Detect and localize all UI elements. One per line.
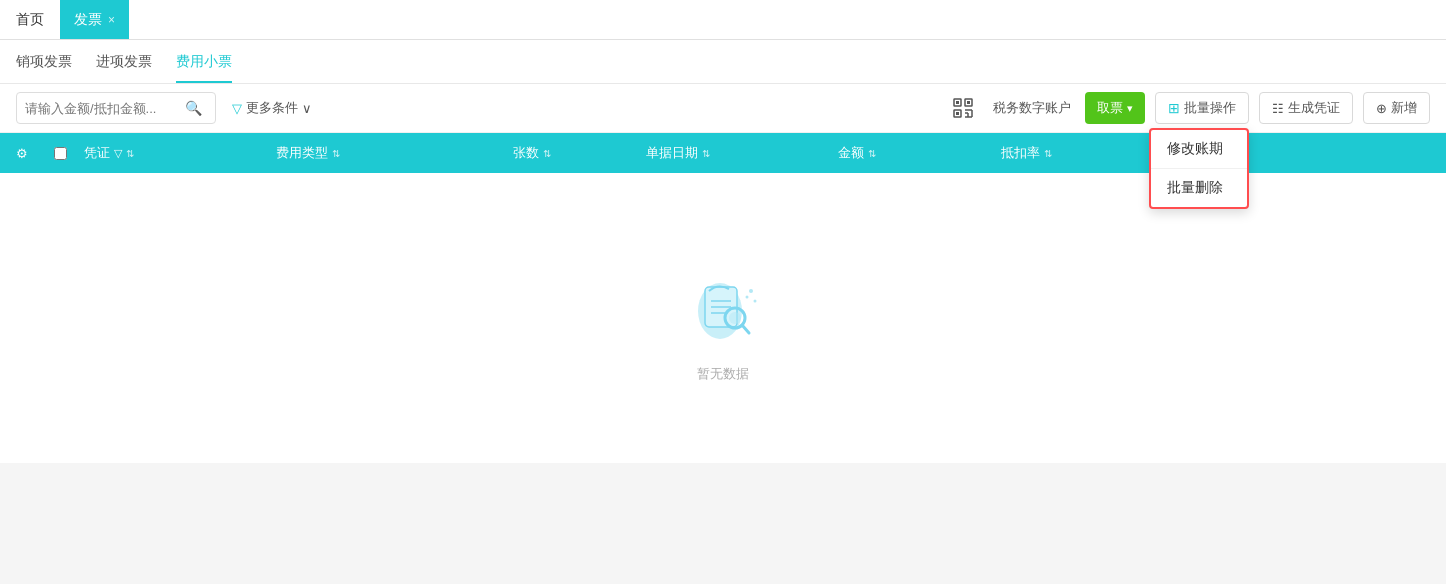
modify-period-item[interactable]: 修改账期 xyxy=(1151,130,1247,169)
tax-account-label: 税务数字账户 xyxy=(993,100,1071,115)
gen-voucher-label: 生成凭证 xyxy=(1288,99,1340,117)
sub-nav-expense-receipt[interactable]: 费用小票 xyxy=(176,40,232,83)
invoice-tab[interactable]: 发票 × xyxy=(60,0,129,39)
toolbar: 🔍 ▽ 更多条件 ∨ 税务数字账户 xyxy=(0,84,1446,133)
sub-nav: 销项发票 进项发票 费用小票 xyxy=(0,40,1446,84)
take-ticket-button[interactable]: 取票 ▾ xyxy=(1085,92,1145,124)
th-amount-sort-icon[interactable]: ⇅ xyxy=(868,148,876,159)
th-date-sort-icon[interactable]: ⇅ xyxy=(702,148,710,159)
th-count[interactable]: 张数 ⇅ xyxy=(505,144,639,162)
batch-op-dropdown: 修改账期 批量删除 xyxy=(1149,128,1249,209)
th-expense-type-label: 费用类型 xyxy=(276,144,328,162)
svg-point-17 xyxy=(729,312,741,324)
gen-voucher-button[interactable]: ☷ 生成凭证 xyxy=(1259,92,1353,124)
svg-rect-3 xyxy=(956,101,959,104)
batch-op-label: 批量操作 xyxy=(1184,99,1236,117)
search-icon: 🔍 xyxy=(185,100,202,116)
take-ticket-label: 取票 xyxy=(1097,99,1123,117)
invoice-tab-label: 发票 xyxy=(74,11,102,29)
add-icon: ⊕ xyxy=(1376,101,1387,116)
batch-icon: ⊞ xyxy=(1168,100,1180,116)
batch-delete-item[interactable]: 批量删除 xyxy=(1151,169,1247,207)
th-count-label: 张数 xyxy=(513,144,539,162)
th-deduction-rate-sort-icon[interactable]: ⇅ xyxy=(1044,148,1052,159)
search-input[interactable] xyxy=(25,101,185,116)
filter-icon: ▽ xyxy=(232,101,242,116)
svg-rect-5 xyxy=(956,112,959,115)
th-checkbox[interactable] xyxy=(44,147,76,160)
toolbar-left: 🔍 ▽ 更多条件 ∨ xyxy=(16,92,937,124)
svg-line-18 xyxy=(742,325,749,333)
sub-nav-sales-invoice[interactable]: 销项发票 xyxy=(16,40,72,83)
qr-icon xyxy=(953,98,973,118)
empty-state-icon xyxy=(673,253,773,353)
svg-rect-4 xyxy=(967,101,970,104)
th-voucher-filter-icon: ▽ xyxy=(114,147,122,160)
batch-op-button[interactable]: ⊞ 批量操作 xyxy=(1155,92,1249,124)
th-voucher-sort-icon[interactable]: ⇅ xyxy=(126,148,134,159)
filter-button[interactable]: ▽ 更多条件 ∨ xyxy=(224,95,320,121)
home-tab[interactable]: 首页 xyxy=(0,0,60,39)
qr-code-button[interactable] xyxy=(947,92,979,124)
svg-point-21 xyxy=(746,296,749,299)
top-nav: 首页 发票 × xyxy=(0,0,1446,40)
batch-op-container: ⊞ 批量操作 修改账期 批量删除 xyxy=(1155,92,1249,124)
select-all-checkbox[interactable] xyxy=(54,147,67,160)
th-amount[interactable]: 金额 ⇅ xyxy=(830,144,993,162)
empty-state-text: 暂无数据 xyxy=(697,365,749,383)
chevron-down-icon: ∨ xyxy=(302,101,312,116)
search-wrap: 🔍 xyxy=(16,92,216,124)
th-expense-type[interactable]: 费用类型 ⇅ xyxy=(268,144,504,162)
add-button[interactable]: ⊕ 新增 xyxy=(1363,92,1430,124)
home-label: 首页 xyxy=(16,11,44,29)
th-date-label: 单据日期 xyxy=(646,144,698,162)
th-voucher[interactable]: 凭证 ▽ ⇅ xyxy=(76,144,268,162)
th-expense-type-sort-icon[interactable]: ⇅ xyxy=(332,148,340,159)
th-settings[interactable]: ⚙ xyxy=(8,146,44,161)
th-date[interactable]: 单据日期 ⇅ xyxy=(638,144,830,162)
add-label: 新增 xyxy=(1391,99,1417,117)
th-amount-label: 金额 xyxy=(838,144,864,162)
th-count-sort-icon[interactable]: ⇅ xyxy=(543,148,551,159)
settings-icon: ⚙ xyxy=(16,146,28,161)
empty-state: 暂无数据 xyxy=(0,173,1446,463)
th-voucher-label: 凭证 xyxy=(84,144,110,162)
gen-voucher-icon: ☷ xyxy=(1272,101,1284,116)
filter-label: 更多条件 xyxy=(246,99,298,117)
th-deduction-rate[interactable]: 抵扣率 ⇅ xyxy=(993,144,1156,162)
take-ticket-chevron-icon: ▾ xyxy=(1127,102,1133,115)
tax-account-button[interactable]: 税务数字账户 xyxy=(989,99,1075,117)
sub-nav-purchase-invoice[interactable]: 进项发票 xyxy=(96,40,152,83)
close-icon[interactable]: × xyxy=(108,13,115,27)
svg-point-19 xyxy=(749,289,753,293)
toolbar-right: 税务数字账户 取票 ▾ ⊞ 批量操作 修改账期 批量删除 ☷ 生成凭证 xyxy=(947,92,1430,124)
th-deduction-rate-label: 抵扣率 xyxy=(1001,144,1040,162)
svg-point-20 xyxy=(754,300,757,303)
